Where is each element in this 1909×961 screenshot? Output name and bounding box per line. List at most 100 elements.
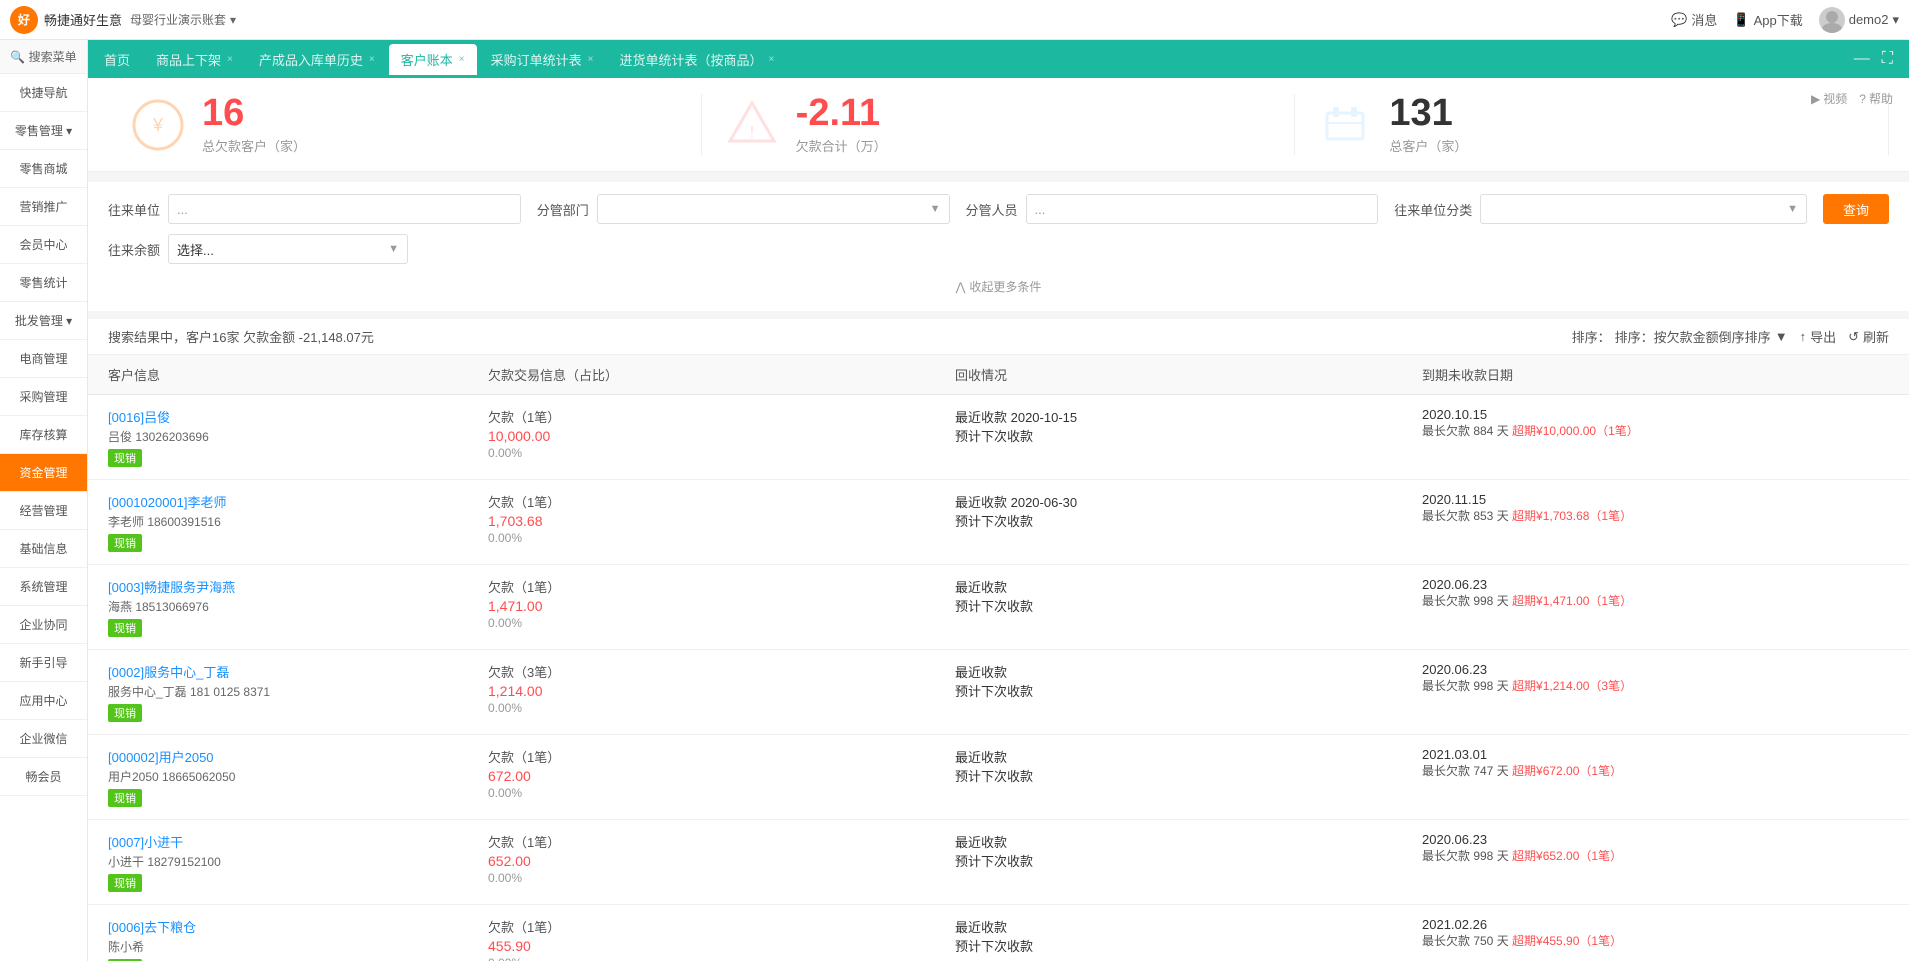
svg-text:!: ! xyxy=(749,124,753,141)
dept-select[interactable]: ▼ xyxy=(597,194,950,224)
sidebar-item-marketing[interactable]: 营销推广 xyxy=(0,188,87,226)
sidebar-item-retail-stats[interactable]: 零售统计 xyxy=(0,264,87,302)
tab-goods-status[interactable]: 商品上下架 × xyxy=(144,44,245,75)
debt-amount-6: 455.90 xyxy=(488,938,945,954)
table-row: [0001020001]李老师 李老师 18600391516 现销 欠款（1笔… xyxy=(88,480,1909,565)
collapse-row[interactable]: ⋀ 收起更多条件 xyxy=(108,274,1889,299)
debt-count-6: 欠款（1笔） xyxy=(488,917,945,936)
due-date-val-6: 2021.02.26 xyxy=(1422,917,1879,932)
finance-label: 资金管理 xyxy=(19,466,67,480)
sidebar-item-operations[interactable]: 经营管理 xyxy=(0,492,87,530)
due-date-val-3: 2020.06.23 xyxy=(1422,662,1879,677)
inventory-label: 库存核算 xyxy=(19,428,67,442)
customer-name-6[interactable]: [0006]去下粮仓 xyxy=(108,917,478,936)
customer-info-2: [0003]畅捷服务尹海燕 海燕 18513066976 现销 xyxy=(108,577,488,637)
debt-amount-5: 652.00 xyxy=(488,853,945,869)
manager-input[interactable]: ... xyxy=(1026,194,1379,224)
basic-info-label: 基础信息 xyxy=(19,542,67,556)
top-bar: 好 畅捷通好生意 母婴行业演示账套 ▾ 💬 消息 📱 App下载 demo2 ▾ xyxy=(0,0,1909,40)
sidebar-item-retail-mgmt[interactable]: 零售管理 ▾ xyxy=(0,112,87,150)
remaining-select[interactable]: 选择... ▼ xyxy=(168,234,408,264)
overdue-link-4[interactable]: 超期¥672.00（1笔） xyxy=(1512,764,1622,778)
overdue-link-2[interactable]: 超期¥1,471.00（1笔） xyxy=(1512,594,1632,608)
tab-home[interactable]: 首页 xyxy=(92,44,142,75)
tab-goods-status-close[interactable]: × xyxy=(227,54,233,65)
tab-maximize-btn[interactable]: ⛶ xyxy=(1878,48,1897,70)
user-menu[interactable]: demo2 ▾ xyxy=(1819,7,1899,33)
debt-info-5: 欠款（1笔） 652.00 0.00% xyxy=(488,832,955,885)
sidebar-item-member[interactable]: 畅会员 xyxy=(0,758,87,796)
customer-name-0[interactable]: [0016]吕俊 xyxy=(108,407,478,426)
customer-name-3[interactable]: [0002]服务中心_丁磊 xyxy=(108,662,478,681)
sidebar-item-wechat[interactable]: 企业微信 xyxy=(0,720,87,758)
app-download-btn[interactable]: 📱 App下载 xyxy=(1733,10,1802,29)
retail-stats-label: 零售统计 xyxy=(19,276,67,290)
sidebar-item-app-center[interactable]: 应用中心 xyxy=(0,682,87,720)
sidebar-item-retail-mall[interactable]: 零售商城 xyxy=(0,150,87,188)
unit-category-select[interactable]: ▼ xyxy=(1480,194,1807,224)
tab-purchase-order-close[interactable]: × xyxy=(588,54,594,65)
customer-name-5[interactable]: [0007]小进干 xyxy=(108,832,478,851)
debt-customers-num: 16 xyxy=(202,94,306,132)
sort-select[interactable]: 排序： 排序：按欠款金额倒序排序 ▼ xyxy=(1572,327,1788,346)
sidebar-item-system[interactable]: 系统管理 xyxy=(0,568,87,606)
overdue-days-0: 最长欠款 884 天 超期¥10,000.00（1笔） xyxy=(1422,422,1879,439)
view-video-btn[interactable]: ▶ 视频 xyxy=(1811,90,1847,107)
avatar xyxy=(1819,7,1845,33)
customer-name-4[interactable]: [000002]用户2050 xyxy=(108,747,478,766)
table-row: [0016]吕俊 吕俊 13026203696 现销 欠款（1笔） 10,000… xyxy=(88,395,1909,480)
help-btn[interactable]: ? 帮助 xyxy=(1859,90,1893,107)
customer-info-3: [0002]服务中心_丁磊 服务中心_丁磊 181 0125 8371 现销 xyxy=(108,662,488,722)
tab-product-history-close[interactable]: × xyxy=(369,54,375,65)
stats-bar: ¥ 16 总欠款客户（家） ! xyxy=(88,78,1909,172)
tab-purchase-order[interactable]: 采购订单统计表 × xyxy=(479,44,606,75)
dept-label: 分管部门 xyxy=(537,200,589,219)
collection-info-2: 最近收款 预计下次收款 xyxy=(955,577,1422,615)
sidebar-item-batch-mgmt[interactable]: 批发管理 ▾ xyxy=(0,302,87,340)
overdue-link-6[interactable]: 超期¥455.90（1笔） xyxy=(1512,934,1622,948)
overdue-link-0[interactable]: 超期¥10,000.00（1笔） xyxy=(1512,424,1639,438)
debt-amount-0: 10,000.00 xyxy=(488,428,945,444)
tab-purchase-order-label: 采购订单统计表 xyxy=(491,50,582,69)
customer-tag-1: 现销 xyxy=(108,534,142,552)
source-unit-input[interactable]: ... xyxy=(168,194,521,224)
sidebar-item-enterprise[interactable]: 企业协同 xyxy=(0,606,87,644)
message-btn[interactable]: 💬 消息 xyxy=(1671,10,1717,29)
tab-goods-statistics[interactable]: 进货单统计表（按商品） × xyxy=(607,44,786,75)
overdue-link-3[interactable]: 超期¥1,214.00（3笔） xyxy=(1512,679,1632,693)
last-collection-6: 最近收款 xyxy=(955,917,1412,936)
tab-product-history-label: 产成品入库单历史 xyxy=(259,50,363,69)
sidebar-search[interactable]: 🔍 搜索菜单 xyxy=(0,40,87,74)
due-date-val-1: 2020.11.15 xyxy=(1422,492,1879,507)
debt-customers-icon: ¥ xyxy=(128,95,188,155)
tab-goods-statistics-close[interactable]: × xyxy=(768,54,774,65)
sidebar-item-quick-nav[interactable]: 快捷导航 xyxy=(0,74,87,112)
refresh-btn[interactable]: ↺ 刷新 xyxy=(1848,327,1889,346)
top-bar-right: 💬 消息 📱 App下载 demo2 ▾ xyxy=(1671,7,1899,33)
tab-customer-account-close[interactable]: × xyxy=(459,54,465,65)
sidebar-item-inventory[interactable]: 库存核算 xyxy=(0,416,87,454)
sidebar-item-basic-info[interactable]: 基础信息 xyxy=(0,530,87,568)
tab-customer-account[interactable]: 客户账本 × xyxy=(389,44,477,75)
store-select[interactable]: 母婴行业演示账套 ▾ xyxy=(130,11,236,28)
overdue-link-1[interactable]: 超期¥1,703.68（1笔） xyxy=(1512,509,1632,523)
sidebar-item-member-center[interactable]: 会员中心 xyxy=(0,226,87,264)
svg-text:¥: ¥ xyxy=(152,115,164,135)
sort-value: 排序：按欠款金额倒序排序 xyxy=(1615,327,1771,346)
app-icon: 📱 xyxy=(1733,12,1749,28)
sidebar-item-guide[interactable]: 新手引导 xyxy=(0,644,87,682)
sidebar-item-ecommerce[interactable]: 电商管理 xyxy=(0,340,87,378)
tab-product-history[interactable]: 产成品入库单历史 × xyxy=(247,44,387,75)
overdue-link-5[interactable]: 超期¥652.00（1笔） xyxy=(1512,849,1622,863)
customer-name-1[interactable]: [0001020001]李老师 xyxy=(108,492,478,511)
sidebar-item-finance[interactable]: 资金管理 xyxy=(0,454,87,492)
last-collection-4: 最近收款 xyxy=(955,747,1412,766)
sidebar-item-purchase-mgmt[interactable]: 采购管理 xyxy=(0,378,87,416)
customer-name-2[interactable]: [0003]畅捷服务尹海燕 xyxy=(108,577,478,596)
search-label: 搜索菜单 xyxy=(29,50,77,64)
debt-amount-1: 1,703.68 xyxy=(488,513,945,529)
export-btn[interactable]: ↑ 导出 xyxy=(1800,327,1837,346)
tab-minimize-btn[interactable]: — xyxy=(1850,48,1874,70)
search-button[interactable]: 查询 xyxy=(1823,194,1889,224)
debt-percent-2: 0.00% xyxy=(488,616,945,630)
